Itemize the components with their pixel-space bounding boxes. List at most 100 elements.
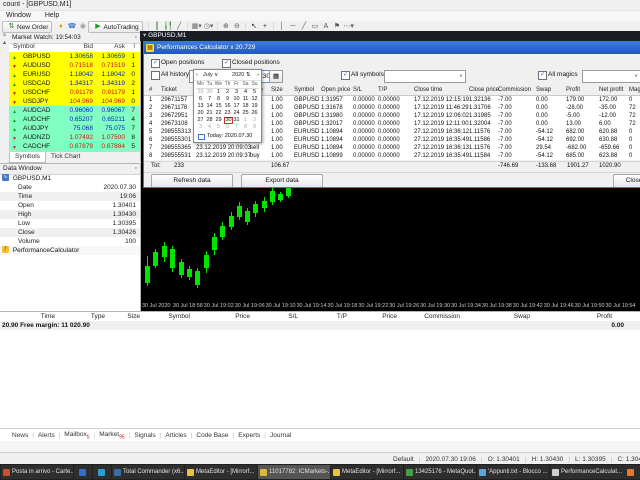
calendar-day[interactable]: 3 — [196, 124, 205, 131]
tab-market[interactable]: Market95 — [95, 431, 128, 440]
calendar-day[interactable]: 19 — [250, 103, 259, 110]
market-watch-row[interactable]: ▲ EURUSD 1.18042 1.18042 0 — [9, 70, 140, 79]
dialog-table-row[interactable]: 8 298555531 23.12.2019 20:09:37 buy 1.00 EURU… — [144, 152, 640, 161]
taskbar-item[interactable]: 11017782: ICMarkets-... — [258, 465, 330, 479]
market-watch-row[interactable]: ▲ AUDCHF 0.65207 0.65211 4 — [9, 115, 140, 124]
calendar-day[interactable]: 5 — [214, 124, 223, 131]
calendar-day[interactable]: 27 — [196, 117, 205, 124]
calendar-day[interactable]: 7 — [205, 96, 214, 103]
market-watch-row[interactable]: ▲ GBPUSD 1.30658 1.30659 1 — [9, 52, 140, 61]
tab-experts[interactable]: Experts — [234, 432, 264, 439]
calendar-day[interactable]: 12 — [250, 96, 259, 103]
calendar-day[interactable]: 6 — [223, 124, 232, 131]
calendar-day[interactable]: 8 — [241, 124, 250, 131]
dialog-col-header[interactable]: Net profit — [599, 87, 623, 93]
calendar-day[interactable]: 6 — [196, 96, 205, 103]
calendar-day[interactable]: 11 — [241, 96, 250, 103]
export-data-button[interactable]: Export data — [241, 174, 323, 187]
dialog-col-header[interactable]: # — [149, 87, 152, 93]
terminal-col-header[interactable]: Commission — [424, 313, 460, 320]
menu-window[interactable]: Window — [0, 11, 37, 21]
refresh-data-button[interactable]: Refresh data — [151, 174, 233, 187]
date-picker-button[interactable]: ▦ ▼ — [269, 70, 283, 83]
calendar-day[interactable]: 10 — [232, 96, 241, 103]
calendar-day[interactable]: 5 — [250, 89, 259, 96]
calendar-day[interactable]: 30 — [205, 89, 214, 96]
terminal-col-header[interactable]: Price — [235, 313, 250, 320]
news-icon[interactable]: ◉ — [78, 22, 87, 32]
calendar-day[interactable]: 25 — [241, 110, 250, 117]
dialog-col-header[interactable]: Profit — [566, 87, 580, 93]
new-order-button[interactable]: ⇅ New Order — [2, 21, 53, 33]
terminal-col-header[interactable]: Profit — [597, 313, 612, 320]
taskbar-item[interactable]: MetaEditor - [Mirrorf... — [331, 465, 403, 479]
calendar-next-icon[interactable]: › — [257, 70, 259, 80]
tab-tick-chart[interactable]: Tick Chart — [46, 152, 85, 163]
market-watch-row[interactable]: ▼ CADCHF 0.67879 0.67884 5 — [9, 142, 140, 151]
terminal-col-header[interactable]: Size — [127, 313, 140, 320]
calendar-day[interactable]: 21 — [205, 110, 214, 117]
tab-mailbox[interactable]: Mailbox5 — [60, 431, 93, 440]
calendar-day[interactable]: 23 — [223, 110, 232, 117]
calendar-day[interactable]: 3 — [232, 89, 241, 96]
dialog-col-header[interactable]: Commission — [498, 87, 531, 93]
tab-signals[interactable]: Signals — [130, 432, 159, 439]
market-watch-row[interactable]: ▼ USDJPY 104.969 104.969 0 — [9, 97, 140, 106]
calendar-day[interactable]: 2 — [223, 89, 232, 96]
calendar-day[interactable]: 29 — [214, 117, 223, 124]
taskbar-item[interactable]: Total Commander (x6... — [112, 465, 184, 479]
menu-help[interactable]: Help — [39, 11, 65, 21]
calendar-day[interactable]: 26 — [250, 110, 259, 117]
calendar-day[interactable]: 29 — [196, 89, 205, 96]
taskbar-icon-item[interactable] — [622, 465, 640, 479]
dialog-col-header[interactable]: Open price — [321, 87, 350, 93]
calendar-day[interactable]: 15 — [214, 103, 223, 110]
market-watch-row[interactable]: ▼ USDCHF 0.91178 0.91179 1 — [9, 88, 140, 97]
calendar-day[interactable]: 31 — [232, 117, 241, 124]
tab-symbols[interactable]: Symbols — [9, 152, 46, 163]
scroll-up-icon[interactable]: ▴ — [0, 39, 9, 46]
market-watch-row[interactable]: ▼ AUDUSD 0.71518 0.71519 1 — [9, 61, 140, 70]
contact-icon[interactable]: ☎ — [67, 22, 77, 32]
taskbar-icon-item[interactable] — [93, 465, 111, 479]
tab-alerts[interactable]: Alerts — [34, 432, 59, 439]
calendar-day[interactable]: 9 — [223, 96, 232, 103]
market-watch-row[interactable]: ▲ AUDJPY 75.068 75.075 7 — [9, 124, 140, 133]
closed-positions-checkbox[interactable]: ✓ — [222, 59, 231, 68]
calendar-year-spinner[interactable]: 2020 ⇅ — [232, 70, 250, 80]
terminal-empty-area[interactable] — [0, 330, 640, 428]
dialog-col-header[interactable]: S/L — [353, 87, 362, 93]
taskbar-item[interactable]: Posta in arrivo - Carte... — [1, 465, 73, 479]
tab-news[interactable]: News — [8, 432, 32, 439]
calendar-day[interactable]: 4 — [205, 124, 214, 131]
terminal-col-header[interactable]: Time — [41, 313, 55, 320]
chart-window-titlebar[interactable]: ▾ GBPUSD,M1 — [140, 31, 640, 41]
panel-menu-icon[interactable]: ▫ — [135, 164, 137, 174]
terminal-col-header[interactable]: Type — [91, 313, 105, 320]
calendar-day[interactable]: 1 — [214, 89, 223, 96]
dialog-titlebar[interactable]: ▦ Performances Calculator x 20.729 — [144, 42, 640, 54]
market-watch-row[interactable]: ▲ USDCAD 1.34317 1.34319 2 — [9, 79, 140, 88]
taskbar-item[interactable]: PerformanceCalculat... — [550, 465, 622, 479]
calendar-today-row[interactable]: Today: 2020.07.30 — [194, 131, 261, 141]
terminal-col-header[interactable]: Symbol — [168, 313, 190, 320]
all-magics-checkbox[interactable]: ✓ — [538, 71, 547, 80]
close-button[interactable]: Close — [613, 174, 640, 187]
dialog-col-header[interactable]: Swap — [536, 87, 551, 93]
calendar-month-select[interactable]: July ∨ — [203, 70, 218, 80]
calendar-day[interactable]: 8 — [214, 96, 223, 103]
taskbar-icon-item[interactable] — [74, 465, 92, 479]
all-history-checkbox[interactable] — [151, 71, 160, 80]
calendar-day[interactable]: 4 — [241, 89, 250, 96]
tab-code-base[interactable]: Code Base — [192, 432, 232, 439]
calendar-day[interactable]: 17 — [232, 103, 241, 110]
terminal-col-header[interactable]: Swap — [514, 313, 530, 320]
tab-articles[interactable]: Articles — [161, 432, 190, 439]
calendar-day[interactable]: 24 — [232, 110, 241, 117]
terminal-col-header[interactable]: T/P — [337, 313, 347, 320]
calendar-day[interactable]: 28 — [205, 117, 214, 124]
dialog-col-header[interactable]: Close price — [469, 87, 499, 93]
terminal-col-header[interactable]: Price — [382, 313, 397, 320]
open-positions-checkbox[interactable]: ✓ — [151, 59, 160, 68]
magics-combobox[interactable]: ∨ — [582, 70, 640, 83]
